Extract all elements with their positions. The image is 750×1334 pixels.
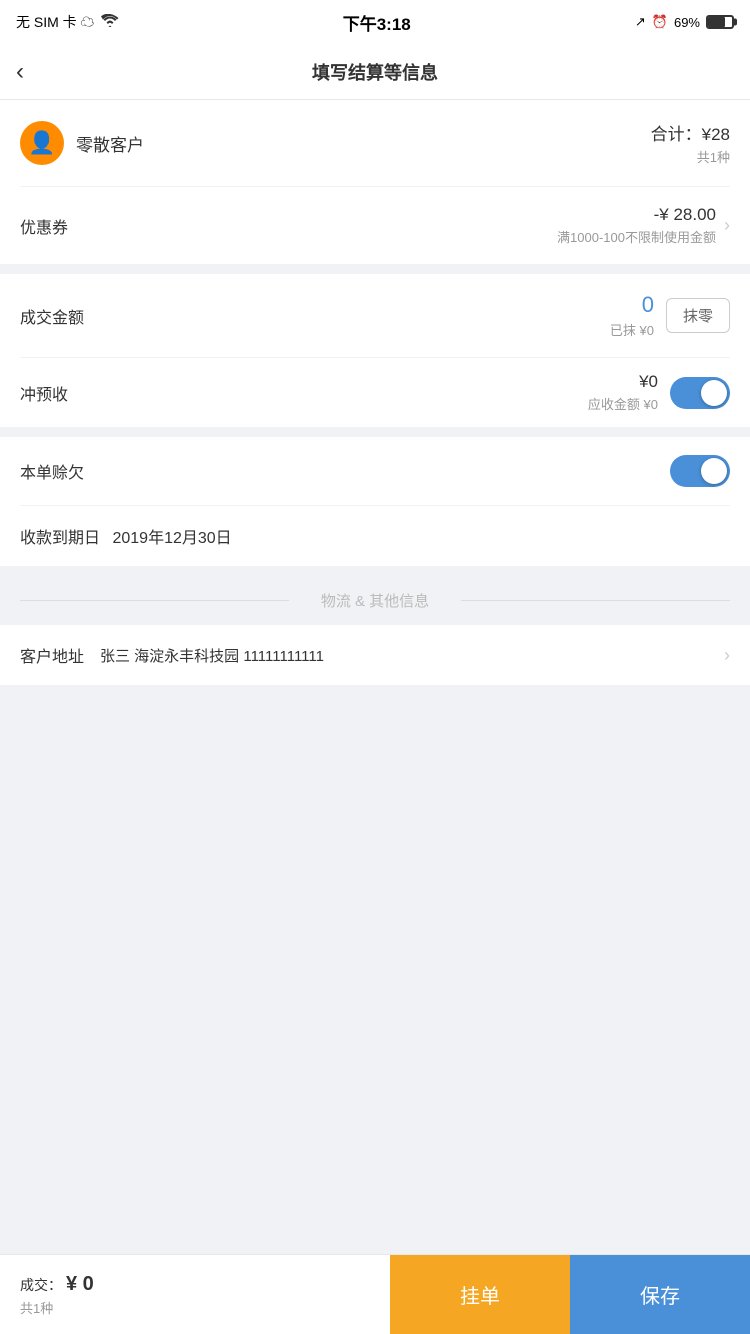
avatar: 👤 bbox=[20, 121, 64, 165]
address-value: 张三 海淀永丰科技园 11111111111 bbox=[100, 645, 714, 666]
back-button[interactable]: ‹ bbox=[16, 58, 24, 86]
address-chevron-icon: › bbox=[724, 645, 730, 666]
save-button[interactable]: 保存 bbox=[570, 1255, 750, 1334]
deal-amount-value[interactable]: 0 bbox=[610, 292, 654, 318]
debt-label: 本单赊欠 bbox=[20, 459, 100, 483]
coupon-label: 优惠券 bbox=[20, 214, 68, 238]
debt-toggle-knob bbox=[701, 458, 727, 484]
coupon-row[interactable]: 优惠券 -¥ 28.00 满1000-100不限制使用金额 › bbox=[0, 187, 750, 264]
customer-summary: 合计：¥28 共1种 bbox=[651, 120, 730, 166]
bottom-summary-top: 成交： ¥ 0 bbox=[20, 1273, 370, 1296]
deal-amount-row: 成交金额 0 已抹 ¥0 抹零 bbox=[0, 274, 750, 357]
content-area: 👤 零散客户 合计：¥28 共1种 优惠券 -¥ 28.00 满1000-100… bbox=[0, 100, 750, 795]
deal-amount-section: 成交金额 0 已抹 ¥0 抹零 冲预收 ¥0 应收金额 ¥0 bbox=[0, 274, 750, 427]
customer-row: 👤 零散客户 合计：¥28 共1种 bbox=[0, 100, 750, 186]
debt-toggle[interactable] bbox=[670, 455, 730, 487]
customer-left: 👤 零散客户 bbox=[20, 121, 144, 165]
due-date-label: 收款到期日 bbox=[20, 530, 100, 547]
bottom-summary: 成交： ¥ 0 共1种 bbox=[0, 1273, 390, 1317]
page-title: 填写结算等信息 bbox=[312, 59, 438, 85]
customer-section: 👤 零散客户 合计：¥28 共1种 优惠券 -¥ 28.00 满1000-100… bbox=[0, 100, 750, 264]
pre-collect-top: 冲预收 ¥0 应收金额 ¥0 bbox=[20, 372, 730, 413]
battery-percent: 69% bbox=[674, 15, 700, 30]
battery-icon bbox=[706, 15, 734, 29]
status-bar: 无 SIM 卡 ☁ 下午3:18 ↗ ⏰ 69% bbox=[0, 0, 750, 44]
customer-name: 零散客户 bbox=[76, 131, 144, 156]
divider-line-right bbox=[461, 600, 730, 601]
status-right: ↗ ⏰ 69% bbox=[635, 14, 734, 30]
pre-collect-sub: 应收金额 ¥0 bbox=[588, 394, 658, 413]
deal-amount-right: 0 已抹 ¥0 抹零 bbox=[610, 292, 730, 339]
round-off-button[interactable]: 抹零 bbox=[666, 298, 730, 333]
logistics-divider: 物流 & 其他信息 bbox=[0, 576, 750, 625]
nav-bar: ‹ 填写结算等信息 bbox=[0, 44, 750, 100]
wifi-icon bbox=[101, 14, 119, 31]
coupon-discount: -¥ 28.00 bbox=[557, 205, 716, 225]
deal-amount-sub: 已抹 ¥0 bbox=[610, 320, 654, 339]
pre-collect-label: 冲预收 bbox=[20, 381, 100, 405]
hold-button[interactable]: 挂单 bbox=[390, 1255, 570, 1334]
bottom-bar: 成交： ¥ 0 共1种 挂单 保存 bbox=[0, 1254, 750, 1334]
status-time: 下午3:18 bbox=[343, 10, 411, 35]
chevron-right-icon: › bbox=[724, 215, 730, 236]
bottom-label: 成交： bbox=[20, 1275, 62, 1295]
logistics-label: 物流 & 其他信息 bbox=[321, 590, 429, 611]
pre-collect-amount: ¥0 bbox=[588, 372, 658, 392]
address-row[interactable]: 客户地址 张三 海淀永丰科技园 11111111111 › bbox=[0, 625, 750, 685]
coupon-right: -¥ 28.00 满1000-100不限制使用金额 › bbox=[557, 205, 730, 246]
total-amount: 合计：¥28 bbox=[651, 120, 730, 145]
deal-amount-label: 成交金额 bbox=[20, 304, 100, 328]
debt-row: 本单赊欠 bbox=[0, 437, 750, 505]
location-icon: ↗ bbox=[635, 14, 646, 30]
total-count: 共1种 bbox=[651, 147, 730, 166]
divider-line-left bbox=[20, 600, 289, 601]
debt-section: 本单赊欠 收款到期日 2019年12月30日 bbox=[0, 437, 750, 566]
pre-collect-toggle[interactable] bbox=[670, 377, 730, 409]
address-section: 客户地址 张三 海淀永丰科技园 11111111111 › bbox=[0, 625, 750, 685]
bottom-amount: ¥ 0 bbox=[66, 1273, 94, 1296]
bottom-count: 共1种 bbox=[20, 1298, 370, 1317]
avatar-icon: 👤 bbox=[28, 130, 55, 156]
sim-text: 无 SIM 卡 ☁ bbox=[16, 12, 95, 32]
toggle-knob bbox=[701, 380, 727, 406]
deal-amount-group: 0 已抹 ¥0 bbox=[610, 292, 654, 339]
address-label: 客户地址 bbox=[20, 643, 90, 667]
due-date-value: 2019年12月30日 bbox=[112, 530, 231, 547]
coupon-info: -¥ 28.00 满1000-100不限制使用金额 bbox=[557, 205, 716, 246]
coupon-desc: 满1000-100不限制使用金额 bbox=[557, 227, 716, 246]
alarm-icon: ⏰ bbox=[652, 14, 668, 30]
status-left: 无 SIM 卡 ☁ bbox=[16, 12, 119, 32]
pre-collect-amounts: ¥0 应收金额 ¥0 bbox=[588, 372, 658, 413]
due-date-row: 收款到期日 2019年12月30日 bbox=[0, 506, 750, 566]
pre-collect-row: 冲预收 ¥0 应收金额 ¥0 bbox=[0, 358, 750, 427]
